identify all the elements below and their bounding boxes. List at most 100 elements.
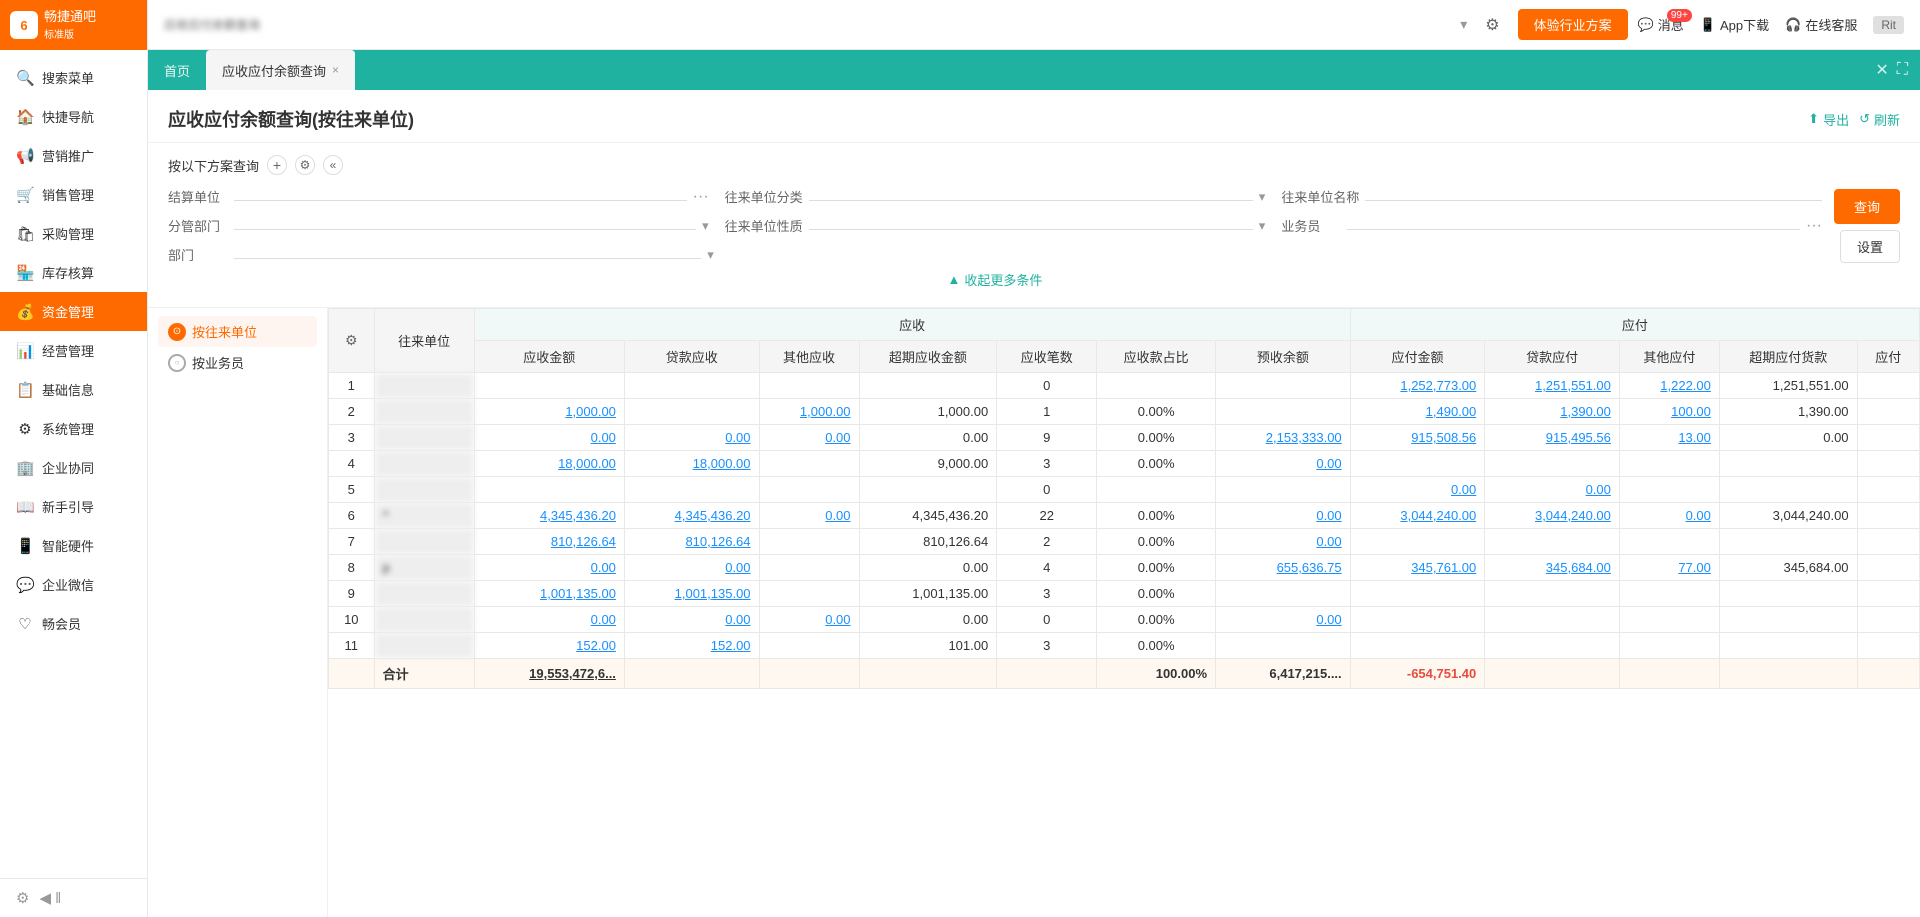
- tabbar-maximize-icon[interactable]: ⛶: [1897, 61, 1908, 79]
- filter-item-unit-category: 往来单位分类 ▾: [725, 187, 1266, 206]
- th-group-ar: 应收: [474, 309, 1350, 341]
- filter-header: 按以下方案查询 + ⚙ «: [168, 155, 1900, 175]
- refresh-button[interactable]: ↺ 刷新: [1859, 110, 1900, 129]
- sidebar-item-search[interactable]: 🔍 搜索菜单: [0, 58, 147, 97]
- topbar-message[interactable]: 💬 消息 99+: [1638, 15, 1684, 34]
- topbar-breadcrumb: 应收应付余额查询: [164, 16, 1450, 33]
- sidebar-item-hardware[interactable]: 📱 智能硬件: [0, 526, 147, 565]
- total-ap-overdue: [1719, 659, 1857, 689]
- sidebar-nav: 🔍 搜索菜单 🏠 快捷导航 📢 营销推广 🛒 销售管理 🛍 采购管理 🏪 库存核…: [0, 50, 147, 878]
- solution-button[interactable]: 体验行业方案: [1518, 9, 1628, 40]
- th-ap-other: 其他应付: [1619, 341, 1719, 373]
- tab-home[interactable]: 首页: [148, 50, 206, 90]
- sidebar-item-quick[interactable]: 🏠 快捷导航: [0, 97, 147, 136]
- refresh-icon: ↺: [1859, 111, 1870, 127]
- topbar-app-download[interactable]: 📱 App下载: [1700, 15, 1769, 34]
- salesman-input[interactable]: [1347, 221, 1800, 230]
- unit-category-arrow[interactable]: ▾: [1259, 189, 1266, 205]
- hardware-icon: 📱: [16, 537, 34, 555]
- sidebar-item-operation[interactable]: 📊 经营管理: [0, 331, 147, 370]
- sidebar-item-basic[interactable]: 📋 基础信息: [0, 370, 147, 409]
- home-icon: 🏠: [16, 108, 34, 126]
- filter-collapse-button[interactable]: «: [323, 155, 343, 175]
- message-icon: 💬: [1638, 17, 1654, 33]
- th-ap-extra: 应付: [1857, 341, 1919, 373]
- total-ar-overdue: [859, 659, 997, 689]
- table-row: 500.000.00: [329, 477, 1920, 503]
- main-area: 应收应付余额查询 ▾ ⚙ 体验行业方案 💬 消息 99+ 📱 App下载 🎧 在…: [148, 0, 1920, 917]
- total-ar-amount[interactable]: 19,553,472,6...: [474, 659, 624, 689]
- table-settings-icon[interactable]: ⚙: [345, 332, 358, 348]
- tab-ar-query[interactable]: 应收应付余额查询 ×: [206, 50, 355, 90]
- left-panel-item-by-salesman[interactable]: ○ 按业务员: [158, 347, 317, 378]
- settlement-more-icon[interactable]: ···: [693, 188, 709, 206]
- query-button[interactable]: 查询: [1834, 189, 1900, 224]
- total-row: 合计 19,553,472,6... 100.00% 6,417,215....…: [329, 659, 1920, 689]
- topbar: 应收应付余额查询 ▾ ⚙ 体验行业方案 💬 消息 99+ 📱 App下载 🎧 在…: [148, 0, 1920, 50]
- sidebar-footer: ⚙ ◀ ‖: [0, 878, 147, 917]
- topbar-online-service[interactable]: 🎧 在线客服: [1785, 15, 1857, 34]
- th-ap-loan: 贷款应付: [1485, 341, 1620, 373]
- sidebar-item-member[interactable]: ♡ 畅会员: [0, 604, 147, 643]
- filter-item-settlement: 结算单位 ···: [168, 187, 709, 206]
- service-icon: 🎧: [1785, 17, 1801, 33]
- filter-settings-button[interactable]: ⚙: [295, 155, 315, 175]
- export-button[interactable]: ⬆ 导出: [1808, 110, 1849, 129]
- th-ar-other: 其他应收: [759, 341, 859, 373]
- salesman-more-icon[interactable]: ···: [1806, 217, 1822, 235]
- sidebar-item-corp[interactable]: 🏢 企业协同: [0, 448, 147, 487]
- dept-manager-select[interactable]: [234, 221, 696, 230]
- settlement-input[interactable]: [234, 192, 687, 201]
- right-content: ⚙ 往来单位 应收 应付 应收金额 贷款应收 其他应收: [328, 308, 1920, 917]
- filter-collapse-btn[interactable]: ▲ 收起更多条件: [168, 264, 1822, 295]
- sidebar-item-finance[interactable]: 💰 资金管理: [0, 292, 147, 331]
- filter-area: 按以下方案查询 + ⚙ « 结算单位 ···: [148, 143, 1920, 308]
- filter-item-unit-name: 往来单位名称: [1281, 187, 1822, 206]
- guide-icon: 📖: [16, 498, 34, 516]
- sidebar-item-inventory[interactable]: 🏪 库存核算: [0, 253, 147, 292]
- sidebar-item-wechat[interactable]: 💬 企业微信: [0, 565, 147, 604]
- table-row: 418,000.0018,000.009,000.0030.00%0.00: [329, 451, 1920, 477]
- marketing-icon: 📢: [16, 147, 34, 165]
- unit-nature-select[interactable]: [809, 221, 1253, 230]
- dept-select[interactable]: [234, 250, 701, 259]
- setting-button[interactable]: 设置: [1840, 230, 1900, 263]
- left-panel-item-by-unit[interactable]: ⊙ 按往来单位: [158, 316, 317, 347]
- content-area: 应收应付余额查询(按往来单位) ⬆ 导出 ↺ 刷新 按以下方案查询 +: [148, 90, 1920, 917]
- th-ar-loan: 贷款应收: [624, 341, 759, 373]
- dept-arrow[interactable]: ▾: [707, 247, 714, 263]
- sidebar-item-marketing[interactable]: 📢 营销推广: [0, 136, 147, 175]
- dept-manager-arrow[interactable]: ▾: [702, 218, 709, 234]
- wechat-icon: 💬: [16, 576, 34, 594]
- unit-name-input[interactable]: [1365, 192, 1822, 201]
- sidebar-item-system[interactable]: ⚙ 系统管理: [0, 409, 147, 448]
- th-settings[interactable]: ⚙: [329, 309, 375, 373]
- unit-nature-arrow[interactable]: ▾: [1259, 218, 1266, 234]
- table-row: 6^4,345,436.204,345,436.200.004,345,436.…: [329, 503, 1920, 529]
- th-ar-count: 应收笔数: [997, 341, 1097, 373]
- logo-text: 畅捷通吧 标准版: [44, 9, 96, 42]
- inventory-icon: 🏪: [16, 264, 34, 282]
- settings-footer-icon[interactable]: ⚙: [16, 889, 29, 907]
- filter-add-button[interactable]: +: [267, 155, 287, 175]
- by-salesman-icon: ○: [168, 354, 186, 372]
- tab-close-icon[interactable]: ×: [332, 63, 339, 77]
- corp-icon: 🏢: [16, 459, 34, 477]
- sidebar-item-guide[interactable]: 📖 新手引导: [0, 487, 147, 526]
- topbar-dropdown-arrow[interactable]: ▾: [1460, 16, 1467, 33]
- topbar-gear-icon[interactable]: ⚙: [1485, 15, 1499, 35]
- total-label-empty: [329, 659, 375, 689]
- table-row: 11152.00152.00101.0030.00%: [329, 633, 1920, 659]
- total-ar-other: [759, 659, 859, 689]
- th-ap-overdue: 超期应付货款: [1719, 341, 1857, 373]
- page-header: 应收应付余额查询(按往来单位) ⬆ 导出 ↺ 刷新: [148, 90, 1920, 143]
- table-container[interactable]: ⚙ 往来单位 应收 应付 应收金额 贷款应收 其他应收: [328, 308, 1920, 917]
- sidebar-item-sales[interactable]: 🛒 销售管理: [0, 175, 147, 214]
- sidebar-item-purchase[interactable]: 🛍 采购管理: [0, 214, 147, 253]
- topbar-user-name[interactable]: Rit: [1873, 16, 1904, 34]
- filter-item-salesman: 业务员 ···: [1281, 216, 1822, 235]
- unit-category-select[interactable]: [809, 192, 1253, 201]
- tabbar-close-icon[interactable]: ✕: [1875, 60, 1888, 80]
- table-row: 101,252,773.001,251,551.001,222.001,251,…: [329, 373, 1920, 399]
- collapse-sidebar-icon[interactable]: ◀ ‖: [39, 889, 61, 907]
